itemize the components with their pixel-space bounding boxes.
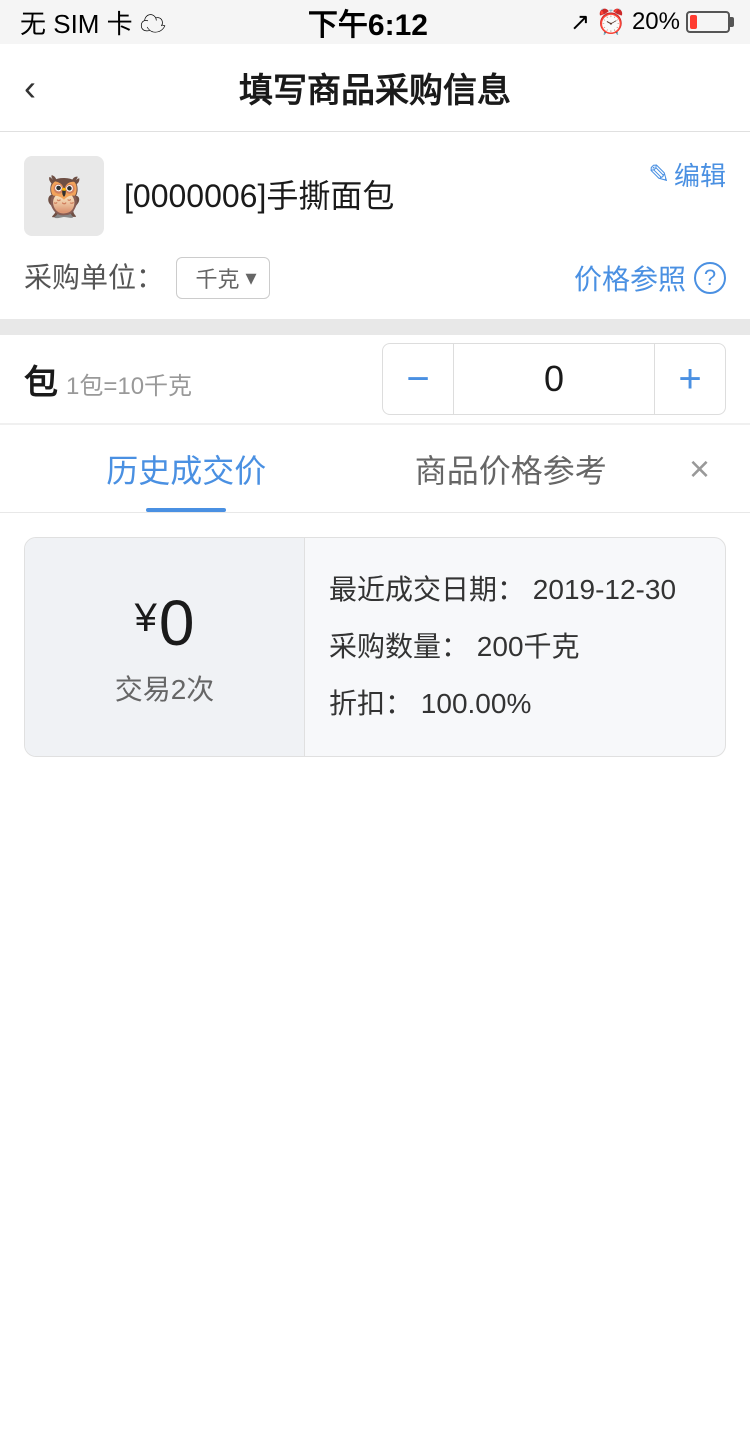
recent-date-label: 最近成交日期： — [329, 574, 525, 605]
purchase-qty-value: 200千克 — [477, 631, 580, 662]
discount-label: 折扣： — [329, 688, 413, 719]
help-icon: ? — [694, 262, 726, 294]
trade-count: 交易2次 — [115, 668, 215, 708]
price-symbol: ¥ — [135, 596, 157, 641]
recent-date-row: 最近成交日期： 2019-12-30 — [329, 568, 701, 613]
quantity-minus-button[interactable]: − — [382, 343, 454, 415]
tab-history-price[interactable]: 历史成交价 — [24, 425, 348, 512]
unit-label: 采购单位： — [24, 262, 164, 293]
discount-row: 折扣： 100.00% — [329, 682, 701, 727]
history-card: ¥ 0 交易2次 最近成交日期： 2019-12-30 采购数量： 200千克 … — [24, 537, 726, 757]
product-name: [0000006]手撕面包 — [124, 174, 394, 219]
page-title: 填写商品采购信息 — [239, 63, 511, 112]
status-left: 无 SIM 卡 ☁ — [20, 4, 166, 41]
quantity-plus-button[interactable]: + — [654, 343, 726, 415]
edit-button[interactable]: ✎ 编辑 — [648, 156, 726, 193]
price-reference-button[interactable]: 价格参照 ? — [574, 258, 726, 298]
purchase-qty-label: 采购数量： — [329, 631, 469, 662]
product-thumbnail: 🦉 — [24, 156, 104, 236]
alarm-icon: ⏰ — [596, 8, 626, 37]
dropdown-arrow-icon: ▾ — [245, 265, 256, 291]
tab-content: ¥ 0 交易2次 最近成交日期： 2019-12-30 采购数量： 200千克 … — [0, 513, 750, 781]
tab-price-reference[interactable]: 商品价格参考 — [348, 425, 672, 512]
nav-bar: ‹ 填写商品采购信息 — [0, 44, 750, 132]
recent-date-value: 2019-12-30 — [533, 574, 676, 605]
quantity-label: 包 1包=10千克 — [24, 355, 192, 404]
quantity-row: 包 1包=10千克 − + — [0, 335, 750, 423]
price-display: ¥ 0 — [135, 586, 195, 660]
bottom-panel: 历史成交价 商品价格参考 × ¥ 0 交易2次 最近成交日期： 2019-12-… — [0, 425, 750, 781]
history-card-right: 最近成交日期： 2019-12-30 采购数量： 200千克 折扣： 100.0… — [305, 538, 725, 756]
unit-selector-group: 采购单位： 千克 ▾ — [24, 256, 270, 299]
status-time: 下午6:12 — [308, 0, 428, 44]
purchase-qty-row: 采购数量： 200千克 — [329, 625, 701, 670]
product-card: 🦉 [0000006]手撕面包 ✎ 编辑 采购单位： 千克 ▾ 价格参照 ? — [0, 132, 750, 319]
discount-value: 100.00% — [421, 688, 532, 719]
tab-close-button[interactable]: × — [673, 448, 726, 490]
signal-text: 无 SIM 卡 ☁ — [20, 4, 166, 41]
quantity-input[interactable] — [454, 343, 654, 415]
tabs-row: 历史成交价 商品价格参考 × — [0, 425, 750, 513]
tab-underline — [146, 508, 226, 512]
edit-icon: ✎ — [648, 159, 670, 190]
price-value: 0 — [159, 586, 195, 660]
status-bar: 无 SIM 卡 ☁ 下午6:12 ↗ ⏰ 20% — [0, 0, 750, 44]
product-left: 🦉 [0000006]手撕面包 — [24, 156, 394, 236]
quantity-input-group: − + — [382, 343, 726, 415]
location-icon: ↗ — [570, 8, 590, 37]
battery-indicator — [686, 11, 730, 33]
status-right: ↗ ⏰ 20% — [570, 8, 730, 37]
quantity-conversion: 1包=10千克 — [66, 366, 192, 401]
battery-percent: 20% — [632, 8, 680, 36]
section-divider — [0, 319, 750, 335]
back-button[interactable]: ‹ — [24, 67, 36, 109]
product-row2: 采购单位： 千克 ▾ 价格参照 ? — [24, 256, 726, 299]
product-logo-icon: 🦉 — [39, 173, 89, 220]
quantity-unit: 包 — [24, 355, 58, 404]
history-card-left: ¥ 0 交易2次 — [25, 538, 305, 756]
product-row1: 🦉 [0000006]手撕面包 ✎ 编辑 — [24, 156, 726, 236]
unit-select[interactable]: 千克 ▾ — [176, 257, 269, 299]
